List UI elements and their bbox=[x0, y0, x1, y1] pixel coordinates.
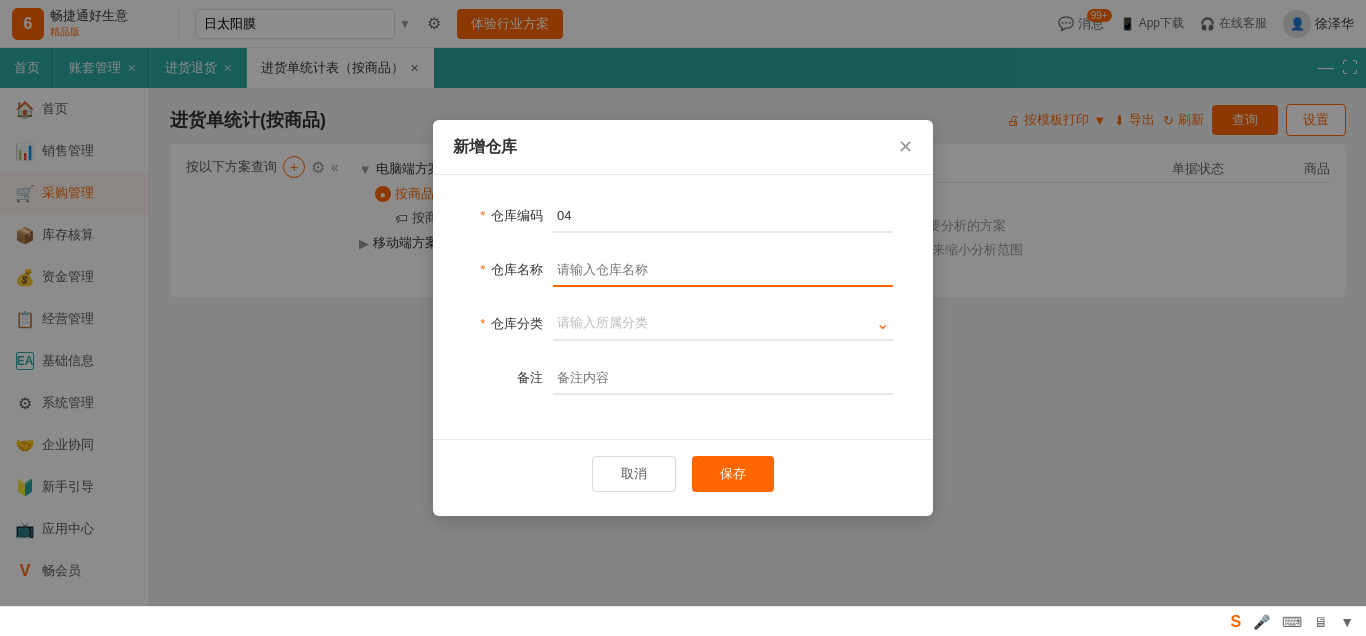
required-mark: * bbox=[480, 208, 485, 223]
required-mark: * bbox=[480, 316, 485, 331]
note-field-row: 备注 bbox=[473, 361, 893, 395]
modal-title: 新增仓库 bbox=[453, 137, 517, 158]
warehouse-name-input[interactable] bbox=[553, 253, 893, 287]
name-label: * 仓库名称 bbox=[473, 261, 553, 279]
close-button[interactable]: ✕ bbox=[898, 136, 913, 158]
modal-header: 新增仓库 ✕ bbox=[433, 120, 933, 175]
dropdown-icon[interactable]: ▼ bbox=[1340, 614, 1354, 630]
code-field-row: * 仓库编码 bbox=[473, 199, 893, 233]
modal-footer: 取消 保存 bbox=[433, 439, 933, 516]
note-label: 备注 bbox=[473, 369, 553, 387]
modal-body: * 仓库编码 * 仓库名称 * 仓库分类 请输入所属 bbox=[433, 175, 933, 439]
monitor-icon[interactable]: 🖥 bbox=[1314, 614, 1328, 630]
save-button[interactable]: 保存 bbox=[692, 456, 774, 492]
status-bar: S 🎤 ⌨ 🖥 ▼ bbox=[0, 606, 1366, 636]
add-warehouse-modal: 新增仓库 ✕ * 仓库编码 * 仓库名称 bbox=[433, 120, 933, 516]
dropdown-arrow-icon: ⌄ bbox=[876, 314, 889, 333]
keyboard-icon[interactable]: ⌨ bbox=[1282, 614, 1302, 630]
cancel-button[interactable]: 取消 bbox=[592, 456, 676, 492]
required-mark: * bbox=[480, 262, 485, 277]
s-icon[interactable]: S bbox=[1230, 613, 1241, 631]
warehouse-code-input[interactable] bbox=[553, 199, 893, 233]
modal-overlay[interactable]: 新增仓库 ✕ * 仓库编码 * 仓库名称 bbox=[0, 0, 1366, 636]
category-placeholder: 请输入所属分类 bbox=[557, 314, 648, 332]
note-input[interactable] bbox=[553, 361, 893, 395]
name-field-row: * 仓库名称 bbox=[473, 253, 893, 287]
code-label: * 仓库编码 bbox=[473, 207, 553, 225]
category-label: * 仓库分类 bbox=[473, 315, 553, 333]
category-field-row: * 仓库分类 请输入所属分类 ⌄ bbox=[473, 307, 893, 341]
category-select[interactable]: 请输入所属分类 ⌄ bbox=[553, 307, 893, 341]
mic-icon[interactable]: 🎤 bbox=[1253, 614, 1270, 630]
